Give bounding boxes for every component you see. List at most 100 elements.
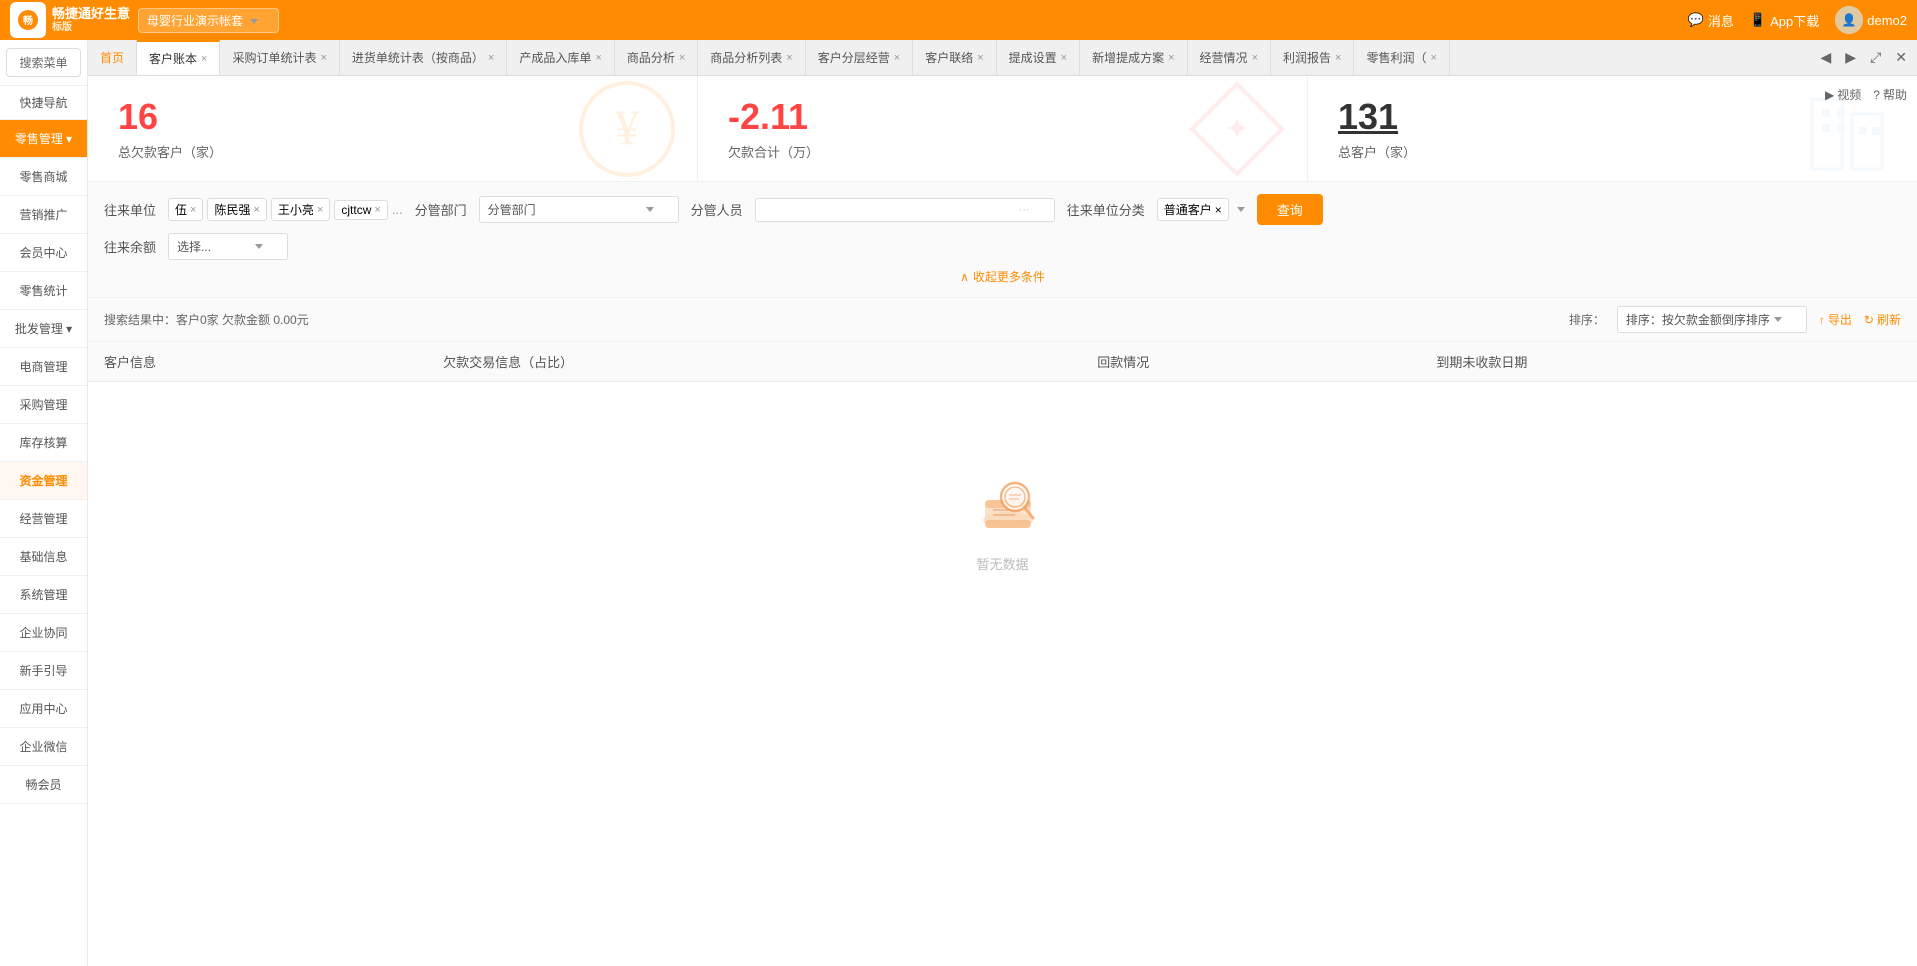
- remove-unit-class-tag[interactable]: ×: [1215, 203, 1222, 217]
- unit-tag-cjttcw[interactable]: cjttcw ×: [334, 200, 387, 220]
- tab-close-new-promote-plan[interactable]: ×: [1168, 52, 1174, 64]
- sidebar-item-system[interactable]: 系统管理: [0, 576, 87, 614]
- tab-close-product-analysis[interactable]: ×: [679, 52, 685, 64]
- empty-state: 暂无数据: [88, 382, 1917, 653]
- tab-close-promote-settings[interactable]: ×: [1061, 52, 1067, 64]
- sidebar-item-ecommerce[interactable]: 电商管理: [0, 348, 87, 386]
- help-btn[interactable]: ? 帮助: [1873, 86, 1907, 103]
- query-button[interactable]: 查询: [1257, 194, 1323, 225]
- tab-close-retail-profit[interactable]: ×: [1430, 52, 1436, 64]
- filter-row-2: 往来余额 选择...: [104, 233, 1901, 260]
- tab-product-instock[interactable]: 产成品入库单 ×: [507, 40, 614, 76]
- tab-purchase-order-stats[interactable]: 采购订单统计表 ×: [220, 40, 339, 76]
- message-btn[interactable]: 💬 消息: [1688, 11, 1734, 30]
- tab-bar: 首页 客户账本 × 采购订单统计表 × 进货单统计表（按商品） × 产成品入库单…: [88, 40, 1917, 76]
- tab-close-customer-contact[interactable]: ×: [977, 52, 983, 64]
- logo-sub-text: 标版: [52, 22, 130, 34]
- sidebar-item-operation[interactable]: 经营管理: [0, 500, 87, 538]
- account-selector[interactable]: 母婴行业演示帐套: [138, 8, 279, 33]
- stat-bg-yuan-icon: ¥: [577, 79, 677, 179]
- sidebar-item-finance[interactable]: 资金管理: [0, 462, 87, 500]
- tab-close-customer-accounts[interactable]: ×: [201, 53, 207, 65]
- main-layout: 搜索菜单 快捷导航 零售管理 ▾ 零售商城 营销推广 会员中心 零售统计 批发管…: [0, 40, 1917, 966]
- unit-class-tag-normal[interactable]: 普通客户 ×: [1157, 198, 1229, 221]
- tab-retail-profit[interactable]: 零售利润（ ×: [1354, 40, 1449, 76]
- unit-tag-wu[interactable]: 伍 ×: [168, 198, 203, 221]
- tab-customer-accounts[interactable]: 客户账本 ×: [137, 40, 220, 76]
- tab-new-promote-plan[interactable]: 新增提成方案 ×: [1080, 40, 1187, 76]
- sidebar-item-batch-management[interactable]: 批发管理 ▾: [0, 310, 87, 348]
- tab-operation-status[interactable]: 经营情况 ×: [1188, 40, 1271, 76]
- unit-tag-wang[interactable]: 王小亮 ×: [271, 198, 330, 221]
- unit-tags-more[interactable]: ...: [392, 202, 403, 217]
- stats-row: ¥ 16 总欠款客户（家） ✦ -2.11 欠款合计（万）: [88, 76, 1917, 182]
- tab-close-product-instock[interactable]: ×: [595, 52, 601, 64]
- video-btn[interactable]: ▶ 视频: [1825, 86, 1861, 103]
- tab-close-all-button[interactable]: ✕: [1891, 47, 1911, 68]
- tab-product-analysis[interactable]: 商品分析 ×: [615, 40, 698, 76]
- remove-unit-tag-wu[interactable]: ×: [190, 204, 196, 216]
- user-avatar-btn[interactable]: 👤 demo2: [1835, 6, 1907, 34]
- stat-card-credit-amount: ✦ -2.11 欠款合计（万）: [698, 76, 1308, 181]
- unit-tag-chen[interactable]: 陈民强 ×: [207, 198, 266, 221]
- department-select[interactable]: 分管部门: [479, 196, 679, 223]
- sidebar-item-new-guide[interactable]: 新手引导: [0, 652, 87, 690]
- table-body: 暂无数据: [88, 382, 1917, 654]
- sidebar-item-enterprise-wechat[interactable]: 企业微信: [0, 728, 87, 766]
- sidebar-search-area: 搜索菜单: [0, 40, 87, 86]
- unit-class-filter-label: 往来单位分类: [1067, 200, 1145, 219]
- tab-close-product-analysis-list[interactable]: ×: [786, 52, 792, 64]
- sidebar-item-basic-info[interactable]: 基础信息: [0, 538, 87, 576]
- tab-purchase-stats-by-product[interactable]: 进货单统计表（按商品） ×: [340, 40, 507, 76]
- person-select[interactable]: ···: [755, 198, 1055, 222]
- export-button[interactable]: ↑ 导出: [1819, 311, 1852, 328]
- collapse-button[interactable]: ∧ 收起更多条件: [104, 268, 1901, 285]
- svg-text:👤: 👤: [1842, 13, 1857, 27]
- filter-area: 往来单位 伍 × 陈民强 × 王小亮: [88, 182, 1917, 298]
- sidebar-item-retail-management[interactable]: 零售管理 ▾: [0, 120, 87, 158]
- remove-unit-tag-cjttcw[interactable]: ×: [374, 204, 380, 216]
- sidebar: 搜索菜单 快捷导航 零售管理 ▾ 零售商城 营销推广 会员中心 零售统计 批发管…: [0, 40, 88, 966]
- tab-close-purchase-stats-by-product[interactable]: ×: [488, 52, 494, 64]
- stat-credit-amount-label: 欠款合计（万）: [728, 142, 819, 161]
- stat-total-customers-value: 131: [1338, 96, 1398, 138]
- stat-bg-diamond-icon: ✦: [1187, 79, 1287, 179]
- tab-customer-contact[interactable]: 客户联络 ×: [913, 40, 996, 76]
- balance-select[interactable]: 选择...: [168, 233, 288, 260]
- tab-customer-segment[interactable]: 客户分层经营 ×: [806, 40, 913, 76]
- logo-text: 畅捷通好生意 标版: [52, 6, 130, 34]
- tab-expand-button[interactable]: ⤢: [1866, 47, 1885, 68]
- result-summary: 搜索结果中：客户0家 欠款金额 0.00元: [104, 311, 309, 328]
- tab-profit-report[interactable]: 利润报告 ×: [1271, 40, 1354, 76]
- col-credit-info: 欠款交易信息（占比）: [427, 342, 1081, 382]
- sort-select[interactable]: 排序：按欠款金额倒序排序: [1617, 306, 1807, 333]
- quick-nav-button[interactable]: 快捷导航: [0, 86, 87, 120]
- sidebar-item-retail-mall[interactable]: 零售商城: [0, 158, 87, 196]
- tab-promote-settings[interactable]: 提成设置 ×: [997, 40, 1080, 76]
- result-actions: 排序： 排序：按欠款金额倒序排序 ↑ 导出 ↻ 刷新: [1569, 306, 1901, 333]
- refresh-button[interactable]: ↻ 刷新: [1864, 311, 1901, 328]
- sidebar-item-enterprise[interactable]: 企业协同: [0, 614, 87, 652]
- sidebar-item-purchase[interactable]: 采购管理: [0, 386, 87, 424]
- tab-prev-button[interactable]: ◀: [1817, 47, 1836, 68]
- tab-home[interactable]: 首页: [88, 40, 137, 76]
- remove-unit-tag-chen[interactable]: ×: [253, 204, 259, 216]
- search-menu-button[interactable]: 搜索菜单: [6, 48, 81, 77]
- remove-unit-tag-wang[interactable]: ×: [317, 204, 323, 216]
- tab-close-customer-segment[interactable]: ×: [894, 52, 900, 64]
- sidebar-item-app-center[interactable]: 应用中心: [0, 690, 87, 728]
- sidebar-item-inventory[interactable]: 库存核算: [0, 424, 87, 462]
- sidebar-item-retail-stats[interactable]: 零售统计: [0, 272, 87, 310]
- sidebar-item-member-center[interactable]: 会员中心: [0, 234, 87, 272]
- tab-close-operation-status[interactable]: ×: [1252, 52, 1258, 64]
- col-repayment: 回款情况: [1081, 342, 1420, 382]
- sidebar-item-marketing[interactable]: 营销推广: [0, 196, 87, 234]
- unit-class-dropdown-arrow: [1237, 207, 1245, 212]
- app-download-btn[interactable]: 📱 App下载: [1750, 11, 1819, 30]
- tab-close-purchase-order-stats[interactable]: ×: [320, 52, 326, 64]
- sidebar-item-vip-member[interactable]: 畅会员: [0, 766, 87, 804]
- tab-next-button[interactable]: ▶: [1841, 47, 1860, 68]
- tab-product-analysis-list[interactable]: 商品分析列表 ×: [698, 40, 805, 76]
- empty-state-icon: [963, 462, 1043, 542]
- tab-close-profit-report[interactable]: ×: [1335, 52, 1341, 64]
